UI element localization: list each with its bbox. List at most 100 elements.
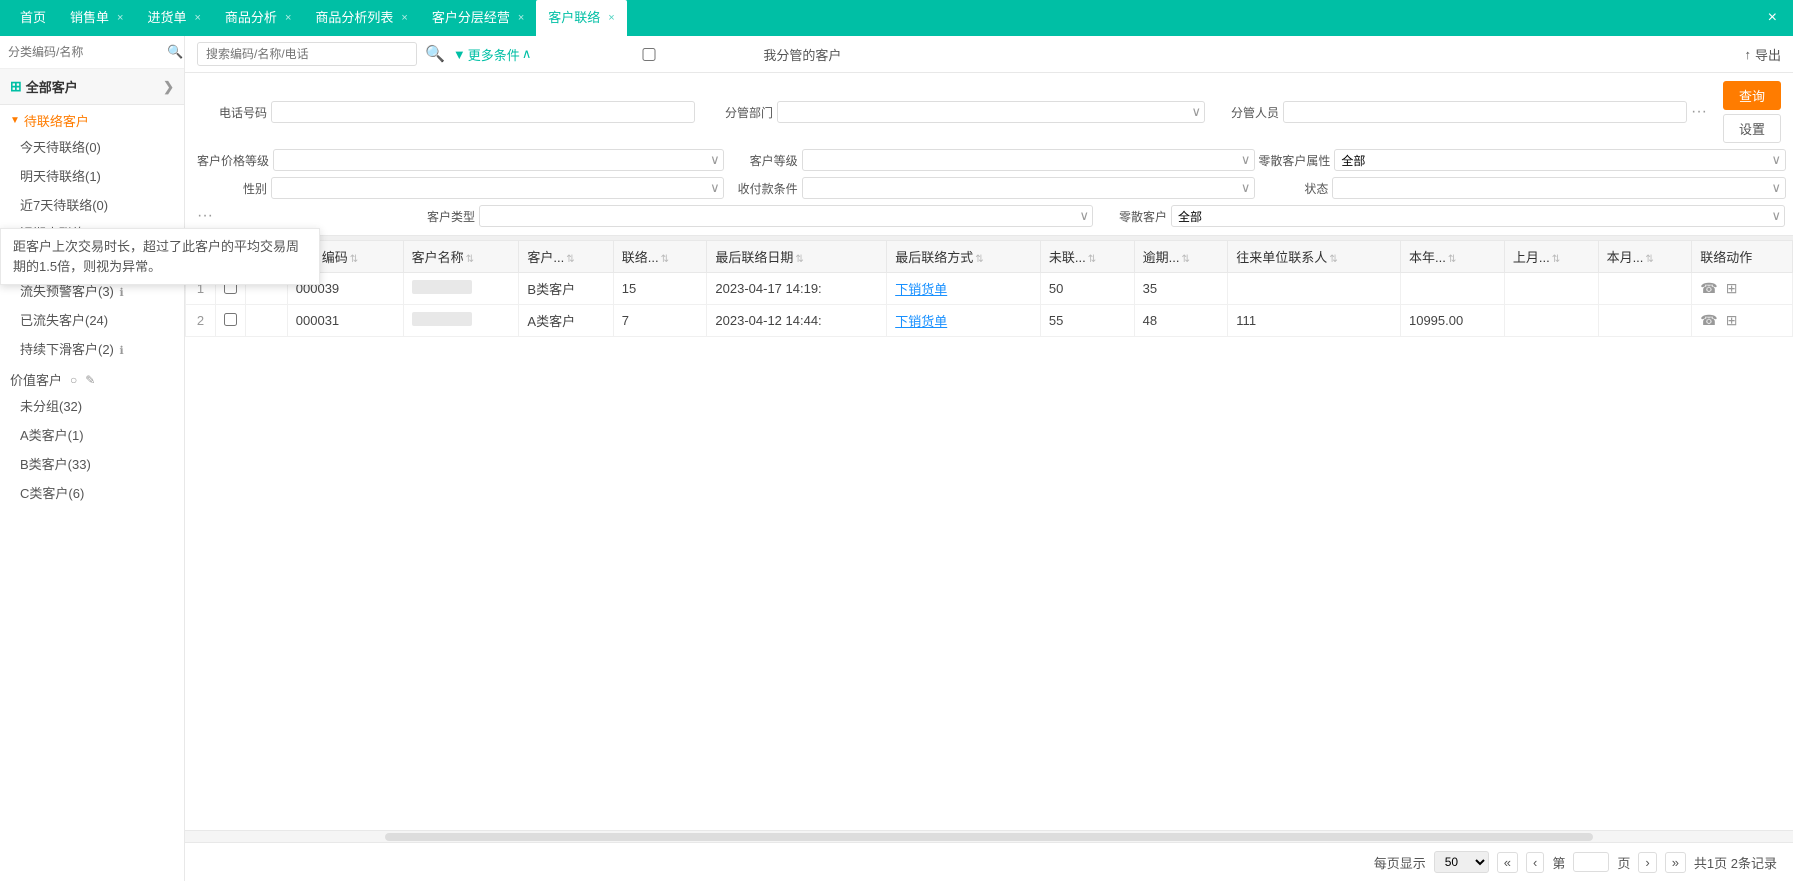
- first-page-button[interactable]: «: [1497, 852, 1518, 873]
- nav-customer-mgmt[interactable]: 客户分层经营 ×: [420, 0, 536, 36]
- row-last-method: 下销货单: [887, 273, 1041, 305]
- horizontal-scrollbar[interactable]: [185, 830, 1793, 842]
- sidebar-search-bar: 🔍: [0, 36, 184, 69]
- settings-button[interactable]: 设置: [1723, 114, 1781, 143]
- row-this-month: [1598, 273, 1692, 305]
- retail-attr-input[interactable]: [1334, 149, 1785, 171]
- row-action: ☎ ⊞: [1692, 273, 1793, 305]
- more-filters-button[interactable]: ▼ 更多条件 ∧: [453, 45, 531, 64]
- status-input[interactable]: [1332, 177, 1785, 199]
- sidebar-search-input[interactable]: [8, 45, 163, 59]
- nav-home[interactable]: 首页: [8, 0, 58, 36]
- phone-input[interactable]: [271, 101, 695, 123]
- col-header-category[interactable]: 客户...⇅: [519, 241, 613, 273]
- more-conditions-icon[interactable]: ···: [197, 207, 213, 225]
- row-checkbox[interactable]: [224, 313, 237, 326]
- col-header-last-month[interactable]: 上月...⇅: [1504, 241, 1598, 273]
- edit-icon[interactable]: ○: [70, 373, 77, 387]
- row-unreached: 50: [1040, 273, 1134, 305]
- col-header-unreached[interactable]: 未联...⇅: [1040, 241, 1134, 273]
- col-header-name[interactable]: 客户名称⇅: [403, 241, 519, 273]
- chevron-up-icon: ∧: [522, 46, 532, 62]
- price-grade-input[interactable]: [273, 149, 724, 171]
- more-action-icon2[interactable]: ⊞: [1726, 312, 1738, 329]
- gender-input[interactable]: [271, 177, 724, 199]
- close-goods-analysis-icon[interactable]: ×: [285, 0, 291, 36]
- export-button[interactable]: ↑ 导出: [1744, 45, 1781, 64]
- page-label: 第: [1552, 853, 1565, 872]
- search-input[interactable]: [197, 42, 417, 66]
- collapse-icon[interactable]: ❯: [163, 79, 174, 95]
- table-body: 1 000039 B类客户: [186, 273, 1793, 337]
- retail-customer-input[interactable]: [1171, 205, 1785, 227]
- col-header-this-year[interactable]: 本年...⇅: [1400, 241, 1504, 273]
- filter-manager: 分管人员 ···: [1209, 101, 1707, 123]
- toolbar: 🔍 ▼ 更多条件 ∧ 我分管的客户 ↑ 导出: [185, 36, 1793, 73]
- query-button[interactable]: 查询: [1723, 81, 1781, 110]
- phone-action-icon2[interactable]: ☎: [1700, 312, 1717, 329]
- last-page-button[interactable]: »: [1665, 852, 1686, 873]
- more-action-icon[interactable]: ⊞: [1726, 280, 1738, 297]
- sidebar-all-customers-header[interactable]: ⊞ 全部客户 ❯: [0, 69, 184, 105]
- close-purchase-icon[interactable]: ×: [194, 0, 200, 36]
- search-button[interactable]: 🔍: [425, 44, 445, 64]
- next-page-button[interactable]: ›: [1638, 852, 1656, 873]
- nav-sales[interactable]: 销售单 ×: [58, 0, 135, 36]
- col-header-last-date[interactable]: 最后联络日期⇅: [707, 241, 887, 273]
- phone-action-icon[interactable]: ☎: [1700, 280, 1717, 297]
- close-sales-icon[interactable]: ×: [117, 0, 123, 36]
- filter-row-4: ··· 客户类型 ∨ 零散客户 ∨: [197, 205, 1781, 227]
- filter-dept: 分管部门 ∨: [703, 101, 1201, 123]
- filter-phone: 电话号码: [197, 101, 695, 123]
- grid-icon: ⊞: [10, 78, 22, 95]
- sidebar-item-declining[interactable]: 持续下滑客户(2) ℹ: [0, 336, 184, 365]
- my-customers-checkbox[interactable]: [539, 48, 759, 61]
- sidebar-value-group[interactable]: 价值客户 ○ ✎: [0, 364, 184, 393]
- manager-input[interactable]: [1283, 101, 1687, 123]
- nav-goods-analysis[interactable]: 商品分析 ×: [213, 0, 303, 36]
- sidebar-item-7days[interactable]: 近7天待联络(0): [0, 192, 184, 221]
- customer-grade-input[interactable]: [802, 149, 1255, 171]
- row-unreached: 55: [1040, 305, 1134, 337]
- filter-icon: ▼: [453, 47, 466, 62]
- sidebar: 🔍 ⊞ 全部客户 ❯ ▼ 待联络客户 今天待联络(0) 明天待联络(1) 近7天…: [0, 36, 185, 881]
- manager-more-icon[interactable]: ···: [1691, 103, 1707, 121]
- sidebar-item-lost[interactable]: 已流失客户(24): [0, 307, 184, 336]
- sidebar-pending-group[interactable]: ▼ 待联络客户: [0, 105, 184, 134]
- col-header-last-method[interactable]: 最后联络方式⇅: [887, 241, 1041, 273]
- nav-purchase[interactable]: 进货单 ×: [135, 0, 212, 36]
- nav-goods-list[interactable]: 商品分析列表 ×: [303, 0, 419, 36]
- sidebar-item-ungroup[interactable]: 未分组(32): [0, 393, 184, 422]
- name-placeholder: [412, 280, 472, 294]
- info-icon3: ℹ: [120, 345, 124, 357]
- col-header-overdue[interactable]: 逾期...⇅: [1134, 241, 1228, 273]
- sidebar-search-icon[interactable]: 🔍: [167, 44, 183, 60]
- settings-icon[interactable]: ✎: [85, 373, 95, 387]
- row-settings-cell: [246, 305, 288, 337]
- dept-input[interactable]: [777, 101, 1205, 123]
- filter-price-grade: 客户价格等级 ∨: [197, 149, 720, 171]
- per-page-select[interactable]: 50 100 200: [1434, 851, 1489, 873]
- sidebar-item-c-class[interactable]: C类客户(6): [0, 480, 184, 509]
- table-row: 2 000031 A类客户: [186, 305, 1793, 337]
- close-customer-mgmt-icon[interactable]: ×: [518, 0, 524, 36]
- sidebar-item-today[interactable]: 今天待联络(0): [0, 134, 184, 163]
- main-layout: 🔍 ⊞ 全部客户 ❯ ▼ 待联络客户 今天待联络(0) 明天待联络(1) 近7天…: [0, 36, 1793, 881]
- page-input[interactable]: 1: [1573, 852, 1609, 872]
- col-header-unit-contact[interactable]: 往来单位联系人⇅: [1228, 241, 1401, 273]
- close-goods-list-icon[interactable]: ×: [401, 0, 407, 36]
- sidebar-item-a-class[interactable]: A类客户(1): [0, 422, 184, 451]
- col-header-this-month[interactable]: 本月...⇅: [1598, 241, 1692, 273]
- close-customer-contact-icon[interactable]: ×: [608, 0, 614, 36]
- top-navigation: 首页 销售单 × 进货单 × 商品分析 × 商品分析列表 × 客户分层经营 × …: [0, 0, 1793, 36]
- customer-type-input[interactable]: [479, 205, 1093, 227]
- nav-customer-contact[interactable]: 客户联络 ×: [536, 0, 626, 36]
- sidebar-item-b-class[interactable]: B类客户(33): [0, 451, 184, 480]
- prev-page-button[interactable]: ‹: [1526, 852, 1544, 873]
- payment-input[interactable]: [802, 177, 1255, 199]
- row-contact-count: 7: [613, 305, 707, 337]
- sidebar-item-tomorrow[interactable]: 明天待联络(1): [0, 163, 184, 192]
- col-header-contact-count[interactable]: 联络...⇅: [613, 241, 707, 273]
- global-close-button[interactable]: ×: [1760, 9, 1785, 27]
- filter-payment: 收付款条件 ∨: [728, 177, 1251, 199]
